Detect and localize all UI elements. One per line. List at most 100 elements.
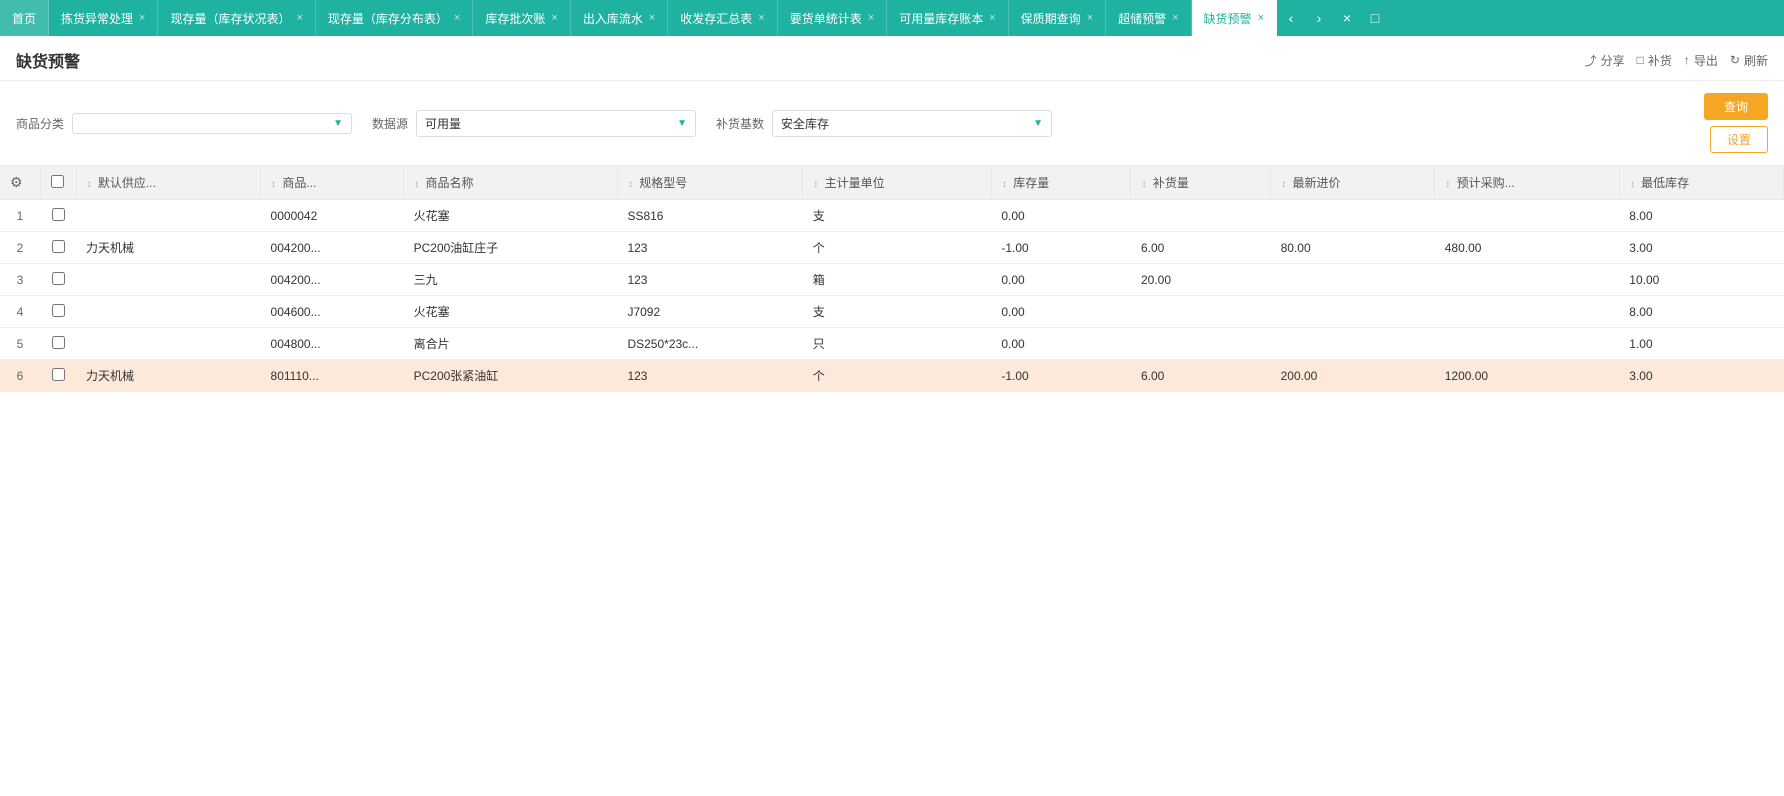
row-min-stock: 3.00 <box>1619 360 1783 392</box>
row-product-name: PC200油缸庄子 <box>404 232 618 264</box>
col-estimated-purchase[interactable]: ↕ 预计采购... <box>1435 166 1620 200</box>
row-latest-price: 80.00 <box>1271 232 1435 264</box>
row-product-name: 三九 <box>404 264 618 296</box>
tab-inventory-status[interactable]: 现存量（库存状况表） × <box>158 0 315 36</box>
table-settings-icon[interactable]: ⚙ <box>10 174 23 190</box>
tab-inventory-dist-close[interactable]: × <box>454 12 460 24</box>
row-product-code: 801110... <box>261 360 404 392</box>
export-button[interactable]: ↑ 导出 <box>1684 52 1718 69</box>
tab-receipt-summary-close[interactable]: × <box>758 12 764 24</box>
refresh-button[interactable]: ↻ 刷新 <box>1730 52 1768 69</box>
row-checkbox[interactable] <box>52 208 65 221</box>
share-button[interactable]: ⤴ 分享 <box>1585 52 1625 69</box>
replenish-base-select[interactable]: 安全库存 ▼ <box>772 110 1052 137</box>
tab-overstock[interactable]: 超储预警 × <box>1106 0 1191 36</box>
row-spec: DS250*23c... <box>617 328 802 360</box>
row-min-stock: 8.00 <box>1619 200 1783 232</box>
row-checkbox-cell <box>40 296 76 328</box>
tab-demand-stats-close[interactable]: × <box>868 12 874 24</box>
category-chevron-icon: ▼ <box>333 118 343 129</box>
col-product-code[interactable]: ↕ 商品... <box>261 166 404 200</box>
row-product-name: 离合片 <box>404 328 618 360</box>
tab-inout-flow[interactable]: 出入库流水 × <box>571 0 668 36</box>
row-checkbox-cell <box>40 232 76 264</box>
row-replenish-qty <box>1131 296 1271 328</box>
row-checkbox-cell <box>40 264 76 296</box>
tab-exception[interactable]: 拣货异常处理 × <box>49 0 158 36</box>
row-checkbox-cell <box>40 328 76 360</box>
col-latest-price[interactable]: ↕ 最新进价 <box>1271 166 1435 200</box>
filter-datasource-group: 数据源 可用量 ▼ <box>372 110 696 137</box>
row-checkbox[interactable] <box>52 240 65 253</box>
replenish-button[interactable]: □ 补货 <box>1637 52 1672 69</box>
row-unit: 支 <box>803 200 992 232</box>
header-actions: ⤴ 分享 □ 补货 ↑ 导出 ↻ 刷新 <box>1585 52 1768 69</box>
col-settings: ⚙ <box>0 166 40 200</box>
row-checkbox[interactable] <box>52 368 65 381</box>
unit-sort-icon: ↕ <box>813 179 818 190</box>
row-supplier <box>76 296 261 328</box>
tab-expiry-query[interactable]: 保质期查询 × <box>1009 0 1106 36</box>
col-stock[interactable]: ↕ 库存量 <box>991 166 1131 200</box>
tab-expiry-query-close[interactable]: × <box>1087 12 1093 24</box>
filter-replenish-base-group: 补货基数 安全库存 ▼ <box>716 110 1052 137</box>
row-supplier: 力天机械 <box>76 232 261 264</box>
select-all-checkbox[interactable] <box>51 175 64 188</box>
tab-expand-btn[interactable]: □ <box>1361 0 1389 36</box>
col-replenish-qty[interactable]: ↕ 补货量 <box>1131 166 1271 200</box>
row-stock: -1.00 <box>991 232 1131 264</box>
category-label: 商品分类 <box>16 115 64 132</box>
col-unit[interactable]: ↕ 主计量单位 <box>803 166 992 200</box>
tab-available-ledger-close[interactable]: × <box>989 12 995 24</box>
tab-shortage[interactable]: 缺货预警 × <box>1192 0 1277 36</box>
tab-inout-flow-close[interactable]: × <box>649 12 655 24</box>
table-body: 1 0000042 火花塞 SS816 支 0.00 8.00 2 力天机械 0… <box>0 200 1784 392</box>
tab-receipt-summary[interactable]: 收发存汇总表 × <box>668 0 777 36</box>
settings-button[interactable]: 设置 <box>1710 126 1768 153</box>
tab-overstock-close[interactable]: × <box>1172 12 1178 24</box>
tab-inventory-dist[interactable]: 现存量（库存分布表） × <box>316 0 473 36</box>
tab-prev-btn[interactable]: ‹ <box>1277 0 1305 36</box>
row-stock: 0.00 <box>991 200 1131 232</box>
tab-next-btn[interactable]: › <box>1305 0 1333 36</box>
row-checkbox[interactable] <box>52 304 65 317</box>
tab-inventory-status-close[interactable]: × <box>296 12 302 24</box>
col-product-name[interactable]: ↕ 商品名称 <box>404 166 618 200</box>
tab-home[interactable]: 首页 <box>0 0 49 36</box>
row-product-name: PC200张紧油缸 <box>404 360 618 392</box>
data-table: ⚙ ↕ 默认供应... ↕ 商品... ↕ 商品名称 <box>0 165 1784 392</box>
datasource-label: 数据源 <box>372 115 408 132</box>
row-num: 3 <box>0 264 40 296</box>
row-unit: 个 <box>803 360 992 392</box>
tab-close-btn[interactable]: × <box>1333 0 1361 36</box>
table-row: 1 0000042 火花塞 SS816 支 0.00 8.00 <box>0 200 1784 232</box>
row-num: 5 <box>0 328 40 360</box>
export-icon: ↑ <box>1684 53 1690 67</box>
row-min-stock: 3.00 <box>1619 232 1783 264</box>
row-checkbox[interactable] <box>52 272 65 285</box>
replenish-base-label: 补货基数 <box>716 115 764 132</box>
row-estimated-purchase <box>1435 328 1620 360</box>
row-unit: 个 <box>803 232 992 264</box>
tab-exception-close[interactable]: × <box>139 12 145 24</box>
col-spec[interactable]: ↕ 规格型号 <box>617 166 802 200</box>
share-icon: ⤴ <box>1585 52 1597 69</box>
tab-batch-account-close[interactable]: × <box>551 12 557 24</box>
row-estimated-purchase <box>1435 200 1620 232</box>
page-content: 缺货预警 ⤴ 分享 □ 补货 ↑ 导出 ↻ 刷新 商品分类 <box>0 36 1784 796</box>
col-default-supplier[interactable]: ↕ 默认供应... <box>76 166 261 200</box>
tab-shortage-close[interactable]: × <box>1258 12 1264 24</box>
row-product-code: 0000042 <box>261 200 404 232</box>
datasource-select[interactable]: 可用量 ▼ <box>416 110 696 137</box>
row-supplier: 力天机械 <box>76 360 261 392</box>
col-min-stock[interactable]: ↕ 最低库存 <box>1619 166 1783 200</box>
row-checkbox[interactable] <box>52 336 65 349</box>
query-button[interactable]: 查询 <box>1704 93 1768 120</box>
tab-demand-stats[interactable]: 要货单统计表 × <box>778 0 887 36</box>
row-latest-price: 200.00 <box>1271 360 1435 392</box>
row-supplier <box>76 328 261 360</box>
row-spec: 123 <box>617 264 802 296</box>
tab-batch-account[interactable]: 库存批次账 × <box>473 0 570 36</box>
category-select[interactable]: ▼ <box>72 113 352 134</box>
tab-available-ledger[interactable]: 可用量库存账本 × <box>887 0 1008 36</box>
